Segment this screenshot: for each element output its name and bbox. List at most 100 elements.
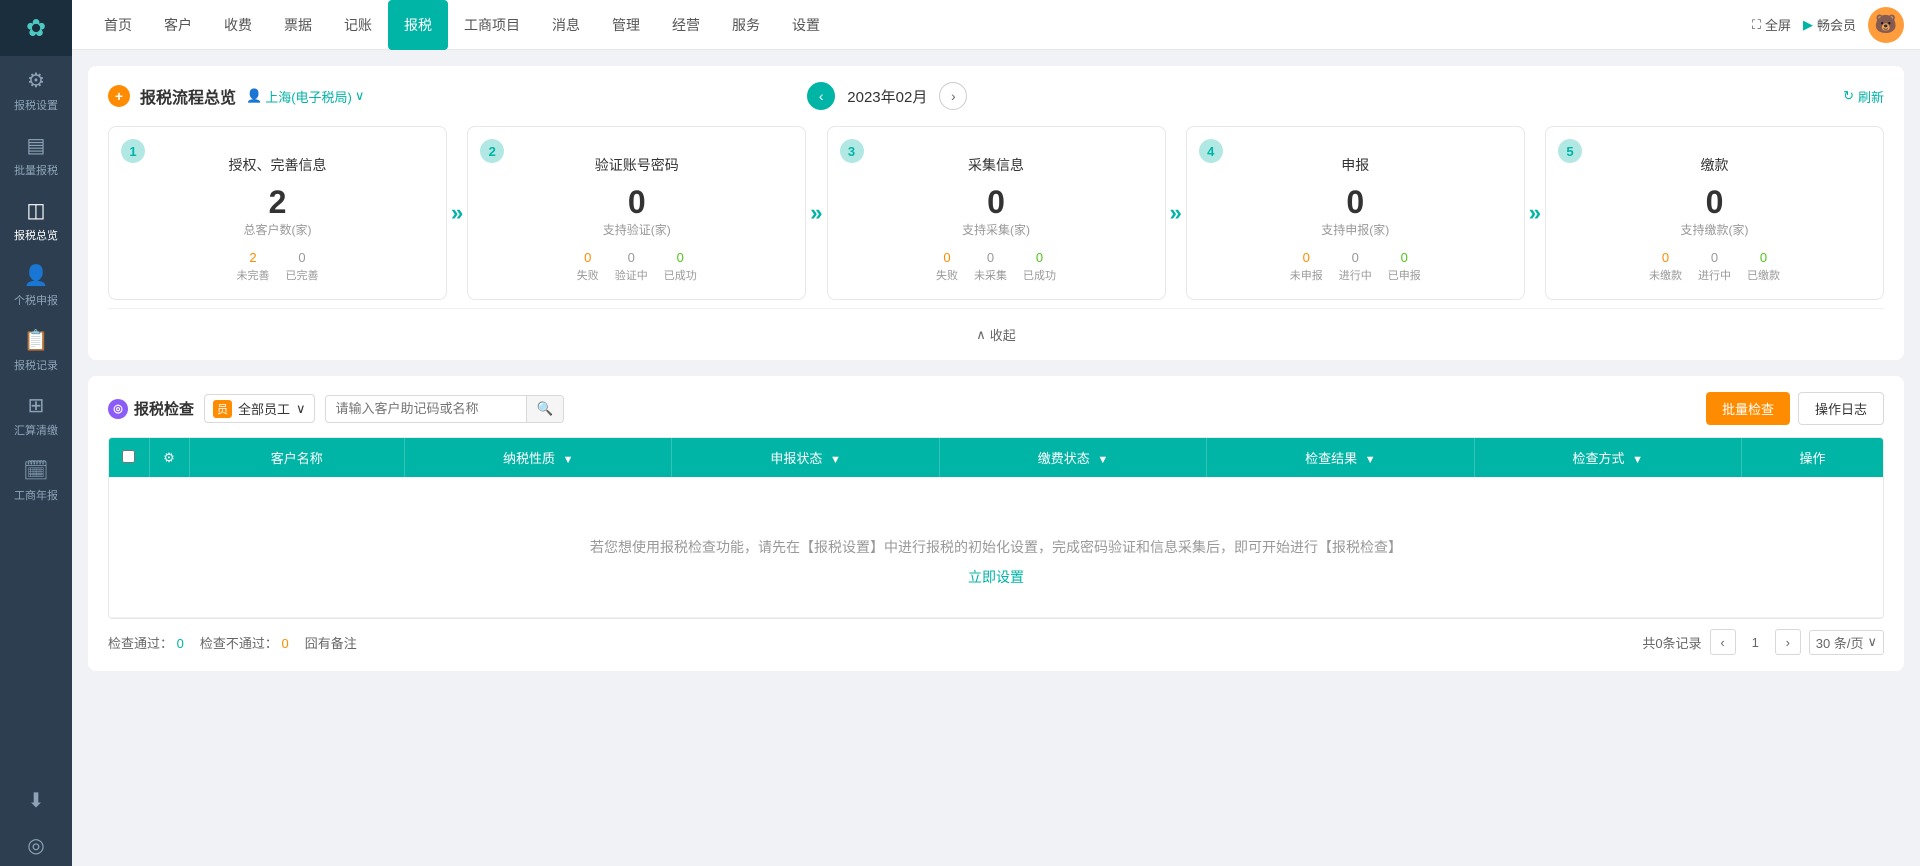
select-all-checkbox[interactable] — [122, 450, 135, 463]
step2-count: 0 — [484, 183, 789, 221]
sidebar-item-tax-settings[interactable]: ⚙ 报税设置 — [0, 56, 72, 121]
stat5-paid-val[interactable]: 0 — [1760, 250, 1767, 265]
stat5-unpaid-label: 未缴款 — [1649, 267, 1682, 283]
stat3-success-val[interactable]: 0 — [1036, 250, 1043, 265]
setup-link[interactable]: 立即设置 — [109, 567, 1883, 587]
stat3-fail: 0 失败 — [936, 250, 958, 283]
filter-pay-icon[interactable]: ▼ — [1097, 454, 1108, 466]
nav-operation[interactable]: 经营 — [656, 0, 716, 50]
first-page-btn[interactable]: ‹ — [1710, 629, 1736, 655]
per-page-selector[interactable]: 30 条/页 ∨ — [1809, 630, 1884, 655]
sidebar-item-label: 工商年报 — [14, 487, 58, 503]
stat4-undeclared: 0 未申报 — [1290, 250, 1323, 283]
app-logo: ✿ — [0, 0, 72, 56]
filter-tax-nature-icon[interactable]: ▼ — [563, 454, 574, 466]
nav-message[interactable]: 消息 — [536, 0, 596, 50]
gear-icon[interactable]: ⚙ — [163, 450, 175, 465]
search-button[interactable]: 🔍 — [526, 396, 564, 422]
stat2-success: 0 已成功 — [664, 250, 697, 283]
tax-overview-icon: ◫ — [27, 198, 46, 223]
tax-check-table: ⚙ 客户名称 纳税性质 ▼ 申报状态 ▼ — [109, 438, 1883, 618]
stat2-verifying: 0 验证中 — [615, 250, 648, 283]
nav-manage[interactable]: 管理 — [596, 0, 656, 50]
vip-btn[interactable]: ▶ 畅会员 — [1803, 15, 1856, 34]
nav-bizproject[interactable]: 工商项目 — [448, 0, 536, 50]
sidebar-item-annual-report[interactable]: 🗓 工商年报 — [0, 446, 72, 511]
location-selector[interactable]: 👤 上海(电子税局) ∨ — [246, 87, 364, 106]
filter-result-icon[interactable]: ▼ — [1365, 454, 1376, 466]
nav-invoice[interactable]: 票据 — [268, 0, 328, 50]
nav-fee[interactable]: 收费 — [208, 0, 268, 50]
nav-items: 首页 客户 收费 票据 记账 报税 工商项目 消息 管理 经营 服务 设置 — [88, 0, 1752, 50]
stat2-success-val[interactable]: 0 — [677, 250, 684, 265]
stat-complete-val[interactable]: 0 — [298, 250, 305, 265]
next-month-btn[interactable]: › — [939, 82, 967, 110]
nav-service[interactable]: 服务 — [716, 0, 776, 50]
nav-tax[interactable]: 报税 — [388, 0, 448, 50]
filter-declare-icon[interactable]: ▼ — [830, 454, 841, 466]
sidebar-item-label: 报税总览 — [14, 227, 58, 243]
stat2-fail-val[interactable]: 0 — [584, 250, 591, 265]
prev-month-btn[interactable]: ‹ — [807, 82, 835, 110]
step1-stats: 2 未完善 0 已完善 — [125, 250, 430, 283]
table-footer: 检查通过： 0 检查不通过： 0 囧有备注 共0条记录 ‹ 1 › 30 条/页… — [108, 619, 1884, 655]
stat4-undeclared-val[interactable]: 0 — [1303, 250, 1310, 265]
employee-selector[interactable]: 员 全部员工 ∨ — [204, 394, 315, 423]
pass-count[interactable]: 0 — [177, 636, 184, 651]
stat-incomplete: 2 未完善 — [237, 250, 270, 283]
th-checkbox — [109, 438, 149, 477]
total-records: 共0条记录 — [1642, 633, 1701, 652]
sidebar-item-personal-report[interactable]: 👤 个税申报 — [0, 251, 72, 316]
sidebar-item-tax-overview[interactable]: ◫ 报税总览 — [0, 186, 72, 251]
fullscreen-btn[interactable]: ⛶ 全屏 — [1752, 15, 1791, 34]
step4-desc: 支持申报(家) — [1203, 221, 1508, 238]
nav-customer[interactable]: 客户 — [148, 0, 208, 50]
nav-home[interactable]: 首页 — [88, 0, 148, 50]
stat5-unpaid-val[interactable]: 0 — [1662, 250, 1669, 265]
sidebar-item-settlement[interactable]: ⊞ 汇算清缴 — [0, 381, 72, 446]
fail-count[interactable]: 0 — [282, 636, 289, 651]
step3-count: 0 — [844, 183, 1149, 221]
step1-name: 授权、完善信息 — [125, 147, 430, 175]
pass-label: 检查通过： 0 — [108, 633, 184, 652]
step1-count: 2 — [125, 183, 430, 221]
sidebar-item-tax-records[interactable]: 📋 报税记录 — [0, 316, 72, 381]
sidebar-item-label: 报税设置 — [14, 97, 58, 113]
vip-icon: ▶ — [1803, 17, 1813, 33]
stat3-fail-val[interactable]: 0 — [943, 250, 950, 265]
step5-num: 5 — [1558, 139, 1582, 163]
search-wrap: 🔍 — [325, 395, 565, 423]
avatar[interactable]: 🐻 — [1868, 7, 1904, 43]
stat2-verifying-val[interactable]: 0 — [628, 250, 635, 265]
sidebar-item-batch-tax[interactable]: ▤ 批量报税 — [0, 121, 72, 186]
stat2-fail: 0 失败 — [577, 250, 599, 283]
nav-settings[interactable]: 设置 — [776, 0, 836, 50]
collapse-icon: ∧ — [976, 327, 986, 343]
pagination: 共0条记录 ‹ 1 › 30 条/页 ∨ — [1642, 629, 1884, 655]
download-icon: ⬇ — [28, 788, 45, 813]
nav-bookkeeping[interactable]: 记账 — [328, 0, 388, 50]
step1-desc: 总客户数(家) — [125, 221, 430, 238]
topnav-right: ⛶ 全屏 ▶ 畅会员 🐻 — [1752, 7, 1904, 43]
personal-report-icon: 👤 — [24, 263, 49, 288]
stat4-declared-val[interactable]: 0 — [1401, 250, 1408, 265]
stat4-processing-val[interactable]: 0 — [1352, 250, 1359, 265]
sidebar-item-download[interactable]: ⬇ — [0, 776, 72, 821]
sidebar-item-label: 批量报税 — [14, 162, 58, 178]
batch-check-button[interactable]: 批量检查 — [1706, 392, 1790, 425]
collapse-btn[interactable]: ∧ 收起 — [108, 317, 1884, 344]
search-input[interactable] — [326, 396, 526, 421]
next-page-btn[interactable]: › — [1775, 629, 1801, 655]
arrow-1-2: » — [447, 126, 467, 300]
operation-log-button[interactable]: 操作日志 — [1798, 392, 1884, 425]
sidebar-item-location[interactable]: ◎ — [0, 821, 72, 866]
stat3-uncollected-val[interactable]: 0 — [987, 250, 994, 265]
filter-method-icon[interactable]: ▼ — [1632, 454, 1643, 466]
refresh-btn[interactable]: ↻ 刷新 — [1843, 87, 1884, 106]
employee-icon: 员 — [213, 400, 232, 418]
stat-incomplete-val[interactable]: 2 — [249, 250, 256, 265]
step4-count: 0 — [1203, 183, 1508, 221]
process-overview-header: + 报税流程总览 👤 上海(电子税局) ∨ ‹ 2023年02月 › ↻ 刷新 — [108, 82, 1884, 110]
stat5-processing-val[interactable]: 0 — [1711, 250, 1718, 265]
table-empty-row: 若您想使用报税检查功能，请先在【报税设置】中进行报税的初始化设置，完成密码验证和… — [109, 477, 1883, 618]
